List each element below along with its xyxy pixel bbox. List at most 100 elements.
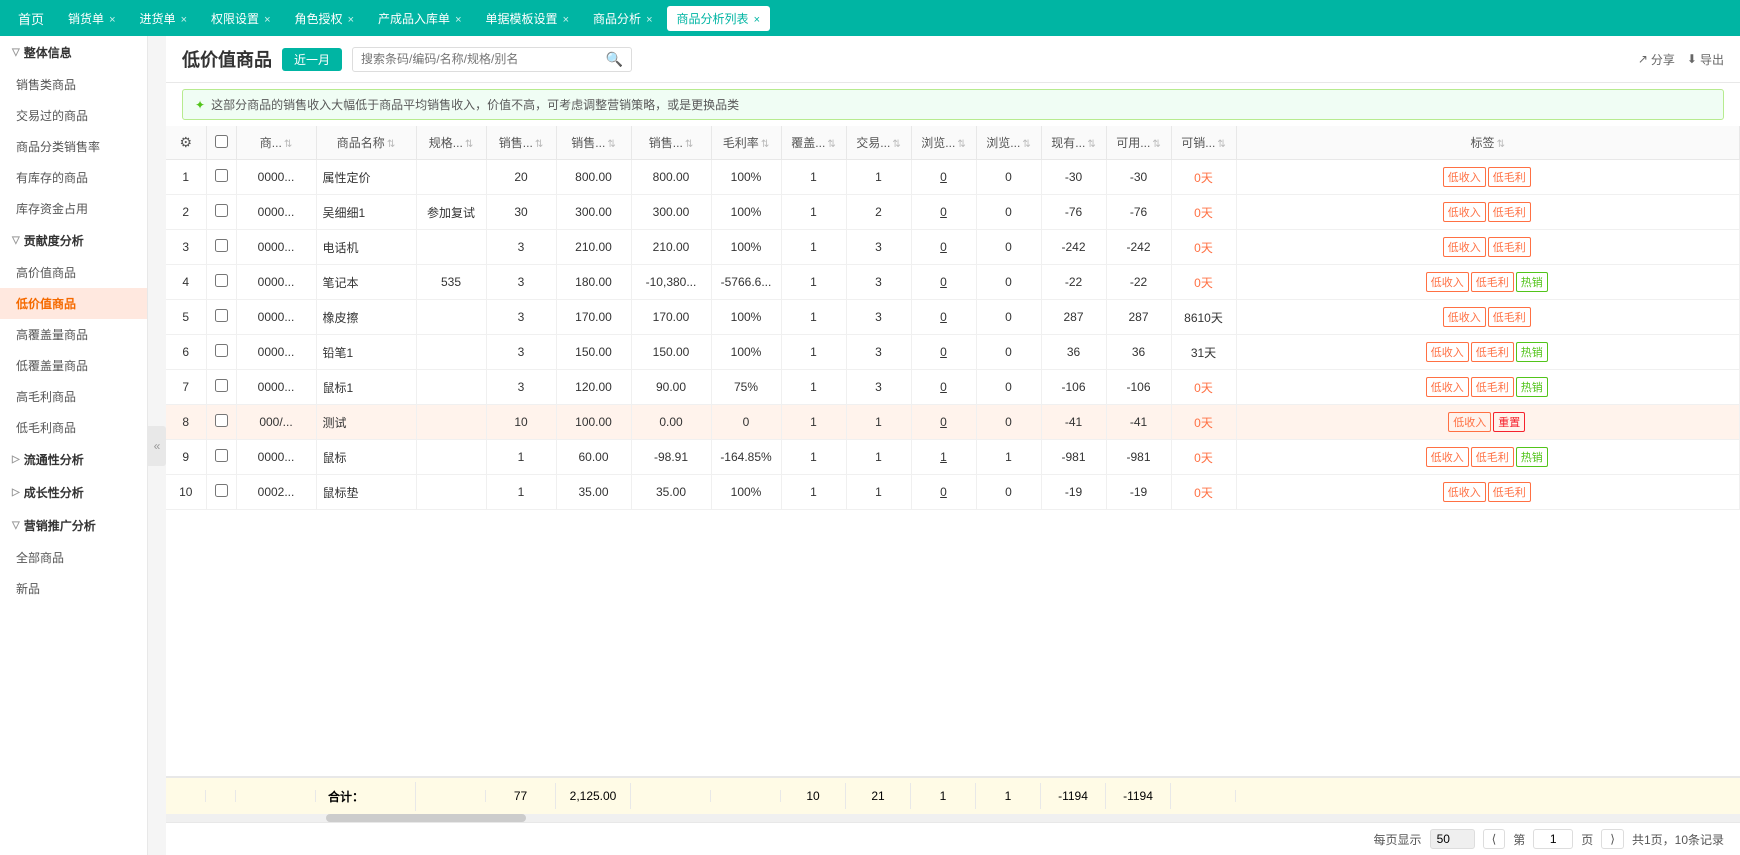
row-browse1-cell[interactable]: 0 xyxy=(911,265,976,300)
tag-label: 低毛利 xyxy=(1488,202,1531,222)
sidebar-item-all-goods[interactable]: 全部商品 xyxy=(0,542,147,573)
browse-link[interactable]: 0 xyxy=(940,485,947,499)
sidebar-item-traded-goods[interactable]: 交易过的商品 xyxy=(0,100,147,131)
row-browse1-cell[interactable]: 0 xyxy=(911,230,976,265)
row-browse1-cell[interactable]: 0 xyxy=(911,405,976,440)
row-checkbox[interactable] xyxy=(215,169,228,182)
nav-role[interactable]: 角色授权 × xyxy=(285,6,365,31)
row-check-cell[interactable] xyxy=(206,195,236,230)
nav-close-sales[interactable]: × xyxy=(106,14,115,26)
sidebar-group-contribution[interactable]: ▽ 贡献度分析 xyxy=(0,224,147,257)
next-page-btn[interactable]: ⟩ xyxy=(1601,829,1624,849)
sidebar-group-flow[interactable]: ▷ 流通性分析 xyxy=(0,443,147,476)
row-checkbox[interactable] xyxy=(215,414,228,427)
sidebar-item-low-value[interactable]: 低价值商品 xyxy=(0,288,147,319)
row-tags-cell: 低收入低毛利热销 xyxy=(1236,370,1740,405)
row-checkbox[interactable] xyxy=(215,274,228,287)
sidebar-item-high-coverage[interactable]: 高覆盖量商品 xyxy=(0,319,147,350)
row-check-cell[interactable] xyxy=(206,440,236,475)
sidebar-item-new-goods[interactable]: 新品 xyxy=(0,573,147,604)
table-wrapper[interactable]: ⚙ 商...⇅ 商品名称⇅ 规格...⇅ 销售...⇅ 销售...⇅ 销售...… xyxy=(166,126,1740,776)
browse-link[interactable]: 0 xyxy=(940,380,947,394)
row-num-cell: 6 xyxy=(166,335,206,370)
sidebar: ▽ 整体信息 销售类商品 交易过的商品 商品分类销售率 有库存的商品 库存资金占… xyxy=(0,36,148,855)
row-browse1-cell[interactable]: 0 xyxy=(911,195,976,230)
sidebar-item-capital[interactable]: 库存资金占用 xyxy=(0,193,147,224)
search-icon[interactable]: 🔍 xyxy=(606,51,623,68)
sidebar-item-low-margin[interactable]: 低毛利商品 xyxy=(0,412,147,443)
row-check-cell[interactable] xyxy=(206,405,236,440)
browse-link[interactable]: 0 xyxy=(940,310,947,324)
row-checkbox[interactable] xyxy=(215,484,228,497)
col-qty: 销售...⇅ xyxy=(486,126,556,160)
scrollbar-thumb[interactable] xyxy=(326,814,526,822)
export-btn[interactable]: ⬇ 导出 xyxy=(1687,51,1724,68)
row-gross-cell: 75% xyxy=(711,370,781,405)
sidebar-item-high-value[interactable]: 高价值商品 xyxy=(0,257,147,288)
browse-link[interactable]: 0 xyxy=(940,205,947,219)
browse-link[interactable]: 0 xyxy=(940,240,947,254)
row-checkbox[interactable] xyxy=(215,379,228,392)
nav-template[interactable]: 单据模板设置 × xyxy=(476,6,580,31)
nav-product-analysis[interactable]: 商品分析 × xyxy=(583,6,663,31)
nav-purchase[interactable]: 进货单 × xyxy=(130,6,198,31)
row-browse1-cell[interactable]: 0 xyxy=(911,475,976,510)
page-size-select[interactable]: 50 100 200 xyxy=(1430,829,1475,849)
total-salable-cell xyxy=(1171,790,1236,802)
row-check-cell[interactable] xyxy=(206,230,236,265)
search-input[interactable] xyxy=(361,52,600,66)
sidebar-collapse-btn[interactable]: « xyxy=(148,426,166,466)
arrow-growth: ▷ xyxy=(12,487,20,498)
browse-link[interactable]: 1 xyxy=(940,450,947,464)
sidebar-item-category-rate[interactable]: 商品分类销售率 xyxy=(0,131,147,162)
gear-icon[interactable]: ⚙ xyxy=(179,134,192,150)
first-page-btn[interactable]: ⟨ xyxy=(1483,829,1506,849)
sidebar-group-marketing[interactable]: ▽ 营销推广分析 xyxy=(0,509,147,542)
col-gear[interactable]: ⚙ xyxy=(166,126,206,160)
row-checkbox[interactable] xyxy=(215,344,228,357)
share-btn[interactable]: ↗ 分享 xyxy=(1638,51,1675,68)
row-browse1-cell[interactable]: 0 xyxy=(911,370,976,405)
sidebar-item-stock-goods[interactable]: 有库存的商品 xyxy=(0,162,147,193)
row-browse2-cell: 0 xyxy=(976,265,1041,300)
nav-sales[interactable]: 销货单 × xyxy=(58,6,126,31)
row-checkbox[interactable] xyxy=(215,239,228,252)
row-checkbox[interactable] xyxy=(215,449,228,462)
nav-inbound[interactable]: 产成品入库单 × xyxy=(368,6,472,31)
row-avail-cell: 287 xyxy=(1106,300,1171,335)
row-check-cell[interactable] xyxy=(206,160,236,195)
sidebar-item-high-margin[interactable]: 高毛利商品 xyxy=(0,381,147,412)
nav-permission[interactable]: 权限设置 × xyxy=(201,6,281,31)
browse-link[interactable]: 0 xyxy=(940,345,947,359)
sidebar-group-growth[interactable]: ▷ 成长性分析 xyxy=(0,476,147,509)
row-browse1-cell[interactable]: 0 xyxy=(911,160,976,195)
group-marketing-label: 营销推广分析 xyxy=(24,517,96,534)
filter-btn[interactable]: 近一月 xyxy=(282,48,342,71)
row-tags-cell: 低收入低毛利 xyxy=(1236,230,1740,265)
select-all-checkbox[interactable] xyxy=(215,135,228,148)
row-checkbox[interactable] xyxy=(215,204,228,217)
nav-analysis-list[interactable]: 商品分析列表 × xyxy=(667,6,771,31)
row-gross-cell: -164.85% xyxy=(711,440,781,475)
horizontal-scrollbar[interactable] xyxy=(166,814,1740,822)
row-check-cell[interactable] xyxy=(206,335,236,370)
browse-link[interactable]: 0 xyxy=(940,170,947,184)
row-check-cell[interactable] xyxy=(206,370,236,405)
row-check-cell[interactable] xyxy=(206,475,236,510)
page-number-input[interactable] xyxy=(1533,829,1573,849)
nav-home[interactable]: 首页 xyxy=(8,5,54,32)
row-check-cell[interactable] xyxy=(206,265,236,300)
row-spec-cell: 535 xyxy=(416,265,486,300)
browse-link[interactable]: 0 xyxy=(940,275,947,289)
browse-link[interactable]: 0 xyxy=(940,415,947,429)
sidebar-item-sales-goods[interactable]: 销售类商品 xyxy=(0,69,147,100)
row-checkbox[interactable] xyxy=(215,309,228,322)
row-browse1-cell[interactable]: 0 xyxy=(911,335,976,370)
row-browse1-cell[interactable]: 1 xyxy=(911,440,976,475)
sidebar-group-overall[interactable]: ▽ 整体信息 xyxy=(0,36,147,69)
row-check-cell[interactable] xyxy=(206,300,236,335)
row-browse2-cell: 0 xyxy=(976,300,1041,335)
sidebar-item-low-coverage[interactable]: 低覆盖量商品 xyxy=(0,350,147,381)
row-browse1-cell[interactable]: 0 xyxy=(911,300,976,335)
col-checkbox[interactable] xyxy=(206,126,236,160)
